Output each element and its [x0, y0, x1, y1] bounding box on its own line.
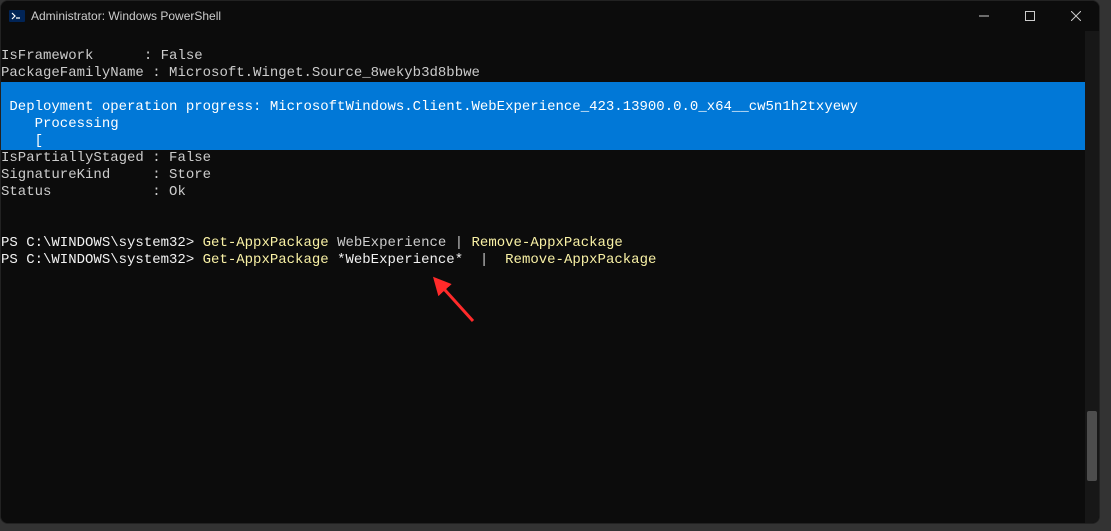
- prompt: PS C:\WINDOWS\system32>: [1, 235, 203, 251]
- annotation-arrow-icon: [423, 271, 483, 331]
- output-val: False: [169, 150, 211, 166]
- window-title: Administrator: Windows PowerShell: [31, 9, 221, 23]
- scrollbar[interactable]: [1085, 31, 1099, 523]
- progress-text: Deployment operation progress: Microsoft…: [1, 99, 858, 115]
- output-sep: :: [110, 167, 169, 183]
- space: [329, 252, 337, 268]
- cmdlet: Get-AppxPackage: [203, 235, 329, 251]
- arg: *WebExperience*: [337, 252, 463, 268]
- minimize-button[interactable]: [961, 1, 1007, 31]
- output-key: IsPartiallyStaged: [1, 150, 144, 166]
- cmdlet: Get-AppxPackage: [203, 252, 329, 268]
- terminal-output[interactable]: IsFramework : False PackageFamilyName : …: [1, 31, 1099, 523]
- progress-text: Processing: [1, 116, 119, 132]
- output-sep: :: [51, 184, 169, 200]
- output-sep: :: [93, 48, 160, 64]
- output-sep: :: [144, 150, 169, 166]
- progress-block: Deployment operation progress: Microsoft…: [1, 82, 1099, 150]
- pipe: |: [455, 235, 463, 251]
- cmdlet: Remove-AppxPackage: [505, 252, 656, 268]
- powershell-window: Administrator: Windows PowerShell IsFram…: [0, 0, 1100, 524]
- output-val: Store: [169, 167, 211, 183]
- arg: WebExperience: [329, 235, 455, 251]
- scrollbar-thumb[interactable]: [1087, 411, 1097, 481]
- output-key: IsFramework: [1, 48, 93, 64]
- prompt: PS C:\WINDOWS\system32>: [1, 252, 203, 268]
- maximize-button[interactable]: [1007, 1, 1053, 31]
- titlebar[interactable]: Administrator: Windows PowerShell: [1, 1, 1099, 31]
- output-val: False: [161, 48, 203, 64]
- output-key: SignatureKind: [1, 167, 110, 183]
- output-key: Status: [1, 184, 51, 200]
- space: [488, 252, 505, 268]
- cmdlet: Remove-AppxPackage: [472, 235, 623, 251]
- space: [463, 235, 471, 251]
- output-val: Microsoft.Winget.Source_8wekyb3d8bbwe: [169, 65, 480, 81]
- progress-bar: [ ]: [1, 133, 1099, 149]
- output-key: PackageFamilyName: [1, 65, 144, 81]
- output-val: Ok: [169, 184, 186, 200]
- close-button[interactable]: [1053, 1, 1099, 31]
- output-sep: :: [144, 65, 169, 81]
- window-controls: [961, 1, 1099, 31]
- space: [463, 252, 480, 268]
- powershell-icon: [9, 8, 25, 24]
